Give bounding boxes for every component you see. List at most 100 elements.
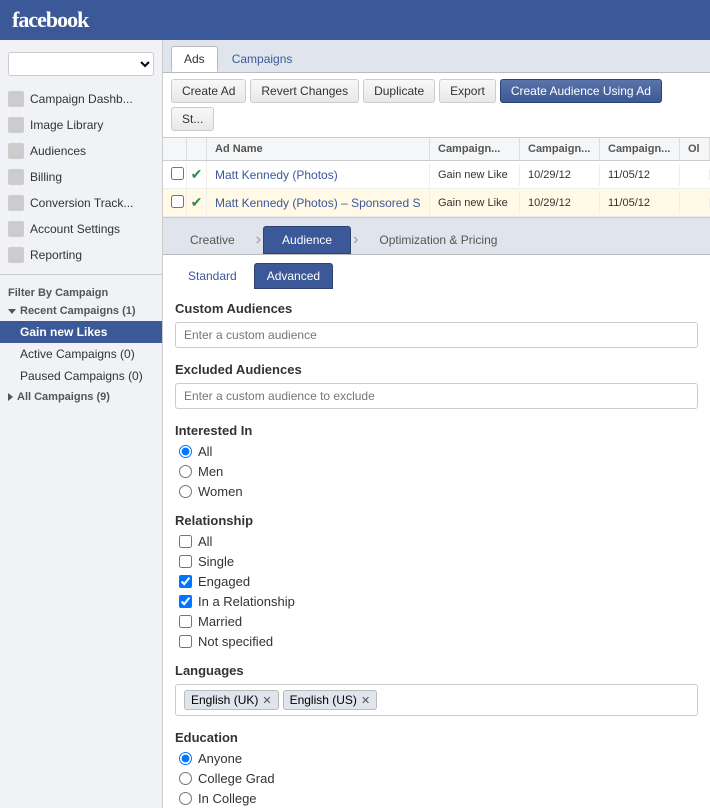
cb-rel-not-specified[interactable] <box>179 635 192 648</box>
filter-all-campaigns[interactable]: All Campaigns (9) <box>0 387 162 407</box>
step-tab-creative[interactable]: Creative <box>171 226 254 254</box>
radio-edu-in-college[interactable] <box>179 792 192 805</box>
interested-in-women[interactable]: Women <box>179 484 698 499</box>
revert-changes-button[interactable]: Revert Changes <box>250 79 359 103</box>
radio-women[interactable] <box>179 485 192 498</box>
filter-paused-campaigns[interactable]: Paused Campaigns (0) <box>0 365 162 387</box>
sidebar-item-image-library[interactable]: Image Library <box>0 112 162 138</box>
lang-tag-us-remove[interactable]: ✕ <box>361 694 370 707</box>
triangle-down-icon <box>8 309 16 314</box>
education-radio-group: Anyone College Grad In College In H <box>179 751 698 808</box>
td-name-2[interactable]: Matt Kennedy (Photos) – Sponsored S <box>207 191 430 215</box>
cb-rel-married[interactable] <box>179 615 192 628</box>
td-checkbox-1[interactable] <box>163 162 187 188</box>
th-campaign3: Campaign... <box>600 138 680 160</box>
sub-tab-standard[interactable]: Standard <box>175 263 250 289</box>
filter-gain-new-likes[interactable]: Gain new Likes <box>0 321 162 343</box>
interested-in-label: Interested In <box>175 423 698 438</box>
radio-edu-in-college-label: In College <box>198 791 257 806</box>
radio-edu-anyone[interactable] <box>179 752 192 765</box>
row-checkbox-2[interactable] <box>171 195 184 208</box>
cb-rel-in-relationship-label: In a Relationship <box>198 594 295 609</box>
step-tab-audience[interactable]: Audience <box>263 226 351 254</box>
td-camp1-1: Gain new Like <box>430 164 520 186</box>
tab-ads[interactable]: Ads <box>171 46 218 72</box>
radio-edu-college-grad[interactable] <box>179 772 192 785</box>
tabs-bar: Ads Campaigns <box>163 40 710 73</box>
export-button[interactable]: Export <box>439 79 496 103</box>
radio-all-label: All <box>198 444 212 459</box>
tab-campaigns[interactable]: Campaigns <box>220 47 305 71</box>
filter-recent-campaigns[interactable]: Recent Campaigns (1) <box>0 301 162 321</box>
duplicate-button[interactable]: Duplicate <box>363 79 435 103</box>
cb-rel-single-label: Single <box>198 554 234 569</box>
rel-married[interactable]: Married <box>179 614 698 629</box>
rel-all[interactable]: All <box>179 534 698 549</box>
sidebar-item-account-settings[interactable]: Account Settings <box>0 216 162 242</box>
filter-all-label: All Campaigns (9) <box>17 391 110 403</box>
rel-engaged[interactable]: Engaged <box>179 574 698 589</box>
lang-tag-uk-label: English (UK) <box>191 693 258 707</box>
sidebar-item-conversion[interactable]: Conversion Track... <box>0 190 162 216</box>
triangle-right-icon <box>8 393 13 401</box>
row-checkbox-1[interactable] <box>171 167 184 180</box>
th-checkbox <box>163 138 187 160</box>
excluded-audiences-input[interactable] <box>175 383 698 409</box>
education-section: Education Anyone College Grad In Coll <box>175 730 698 808</box>
cb-rel-in-relationship[interactable] <box>179 595 192 608</box>
settings-icon <box>8 221 24 237</box>
rel-not-specified[interactable]: Not specified <box>179 634 698 649</box>
sub-tabs: Standard Advanced <box>163 255 710 289</box>
toolbar: Create Ad Revert Changes Duplicate Expor… <box>163 73 710 138</box>
td-other-2 <box>680 198 710 208</box>
td-status-1: ✔ <box>187 161 207 188</box>
rel-in-relationship[interactable]: In a Relationship <box>179 594 698 609</box>
sidebar-label-reporting: Reporting <box>30 248 82 262</box>
edu-college-grad[interactable]: College Grad <box>179 771 698 786</box>
sidebar-item-reporting[interactable]: Reporting <box>0 242 162 268</box>
table-row: ✔ Matt Kennedy (Photos) Gain new Like 10… <box>163 161 710 189</box>
sidebar-item-dashboard[interactable]: Campaign Dashb... <box>0 86 162 112</box>
filter-active-campaigns[interactable]: Active Campaigns (0) <box>0 343 162 365</box>
languages-section: Languages English (UK) ✕ English (US) ✕ <box>175 663 698 716</box>
cb-rel-not-specified-label: Not specified <box>198 634 273 649</box>
radio-men-label: Men <box>198 464 223 479</box>
sidebar-item-audiences[interactable]: Audiences <box>0 138 162 164</box>
td-checkbox-2[interactable] <box>163 190 187 216</box>
interested-in-all[interactable]: All <box>179 444 698 459</box>
cb-rel-single[interactable] <box>179 555 192 568</box>
custom-audiences-input[interactable] <box>175 322 698 348</box>
search-dropdown[interactable] <box>8 52 154 76</box>
create-ad-button[interactable]: Create Ad <box>171 79 246 103</box>
reporting-icon <box>8 247 24 263</box>
ad-table: Ad Name Campaign... Campaign... Campaign… <box>163 138 710 218</box>
cb-rel-all[interactable] <box>179 535 192 548</box>
relationship-checkbox-group: All Single Engaged In a Relationshi <box>179 534 698 649</box>
radio-all[interactable] <box>179 445 192 458</box>
facebook-logo: facebook <box>12 7 88 33</box>
edu-anyone[interactable]: Anyone <box>179 751 698 766</box>
interested-in-radio-group: All Men Women <box>179 444 698 499</box>
sidebar-label-dashboard: Campaign Dashb... <box>30 92 133 106</box>
create-audience-button[interactable]: Create Audience Using Ad <box>500 79 662 103</box>
rel-single[interactable]: Single <box>179 554 698 569</box>
th-campaign1: Campaign... <box>430 138 520 160</box>
image-icon <box>8 117 24 133</box>
lang-tag-uk-remove[interactable]: ✕ <box>262 694 271 707</box>
th-other: Ol <box>680 138 710 160</box>
sub-tab-advanced[interactable]: Advanced <box>254 263 333 289</box>
more-button[interactable]: St... <box>171 107 214 131</box>
radio-men[interactable] <box>179 465 192 478</box>
td-name-1[interactable]: Matt Kennedy (Photos) <box>207 163 430 187</box>
edu-in-college[interactable]: In College <box>179 791 698 806</box>
status-green-icon-2: ✔ <box>191 194 203 211</box>
education-label: Education <box>175 730 698 745</box>
cb-rel-engaged[interactable] <box>179 575 192 588</box>
sidebar-item-billing[interactable]: Billing <box>0 164 162 190</box>
step-tab-optimization[interactable]: Optimization & Pricing <box>360 226 516 254</box>
interested-in-men[interactable]: Men <box>179 464 698 479</box>
filter-header: Filter By Campaign <box>0 281 162 301</box>
conversion-icon <box>8 195 24 211</box>
languages-tags-container[interactable]: English (UK) ✕ English (US) ✕ <box>175 684 698 716</box>
step-arrow-1: › <box>254 226 263 254</box>
